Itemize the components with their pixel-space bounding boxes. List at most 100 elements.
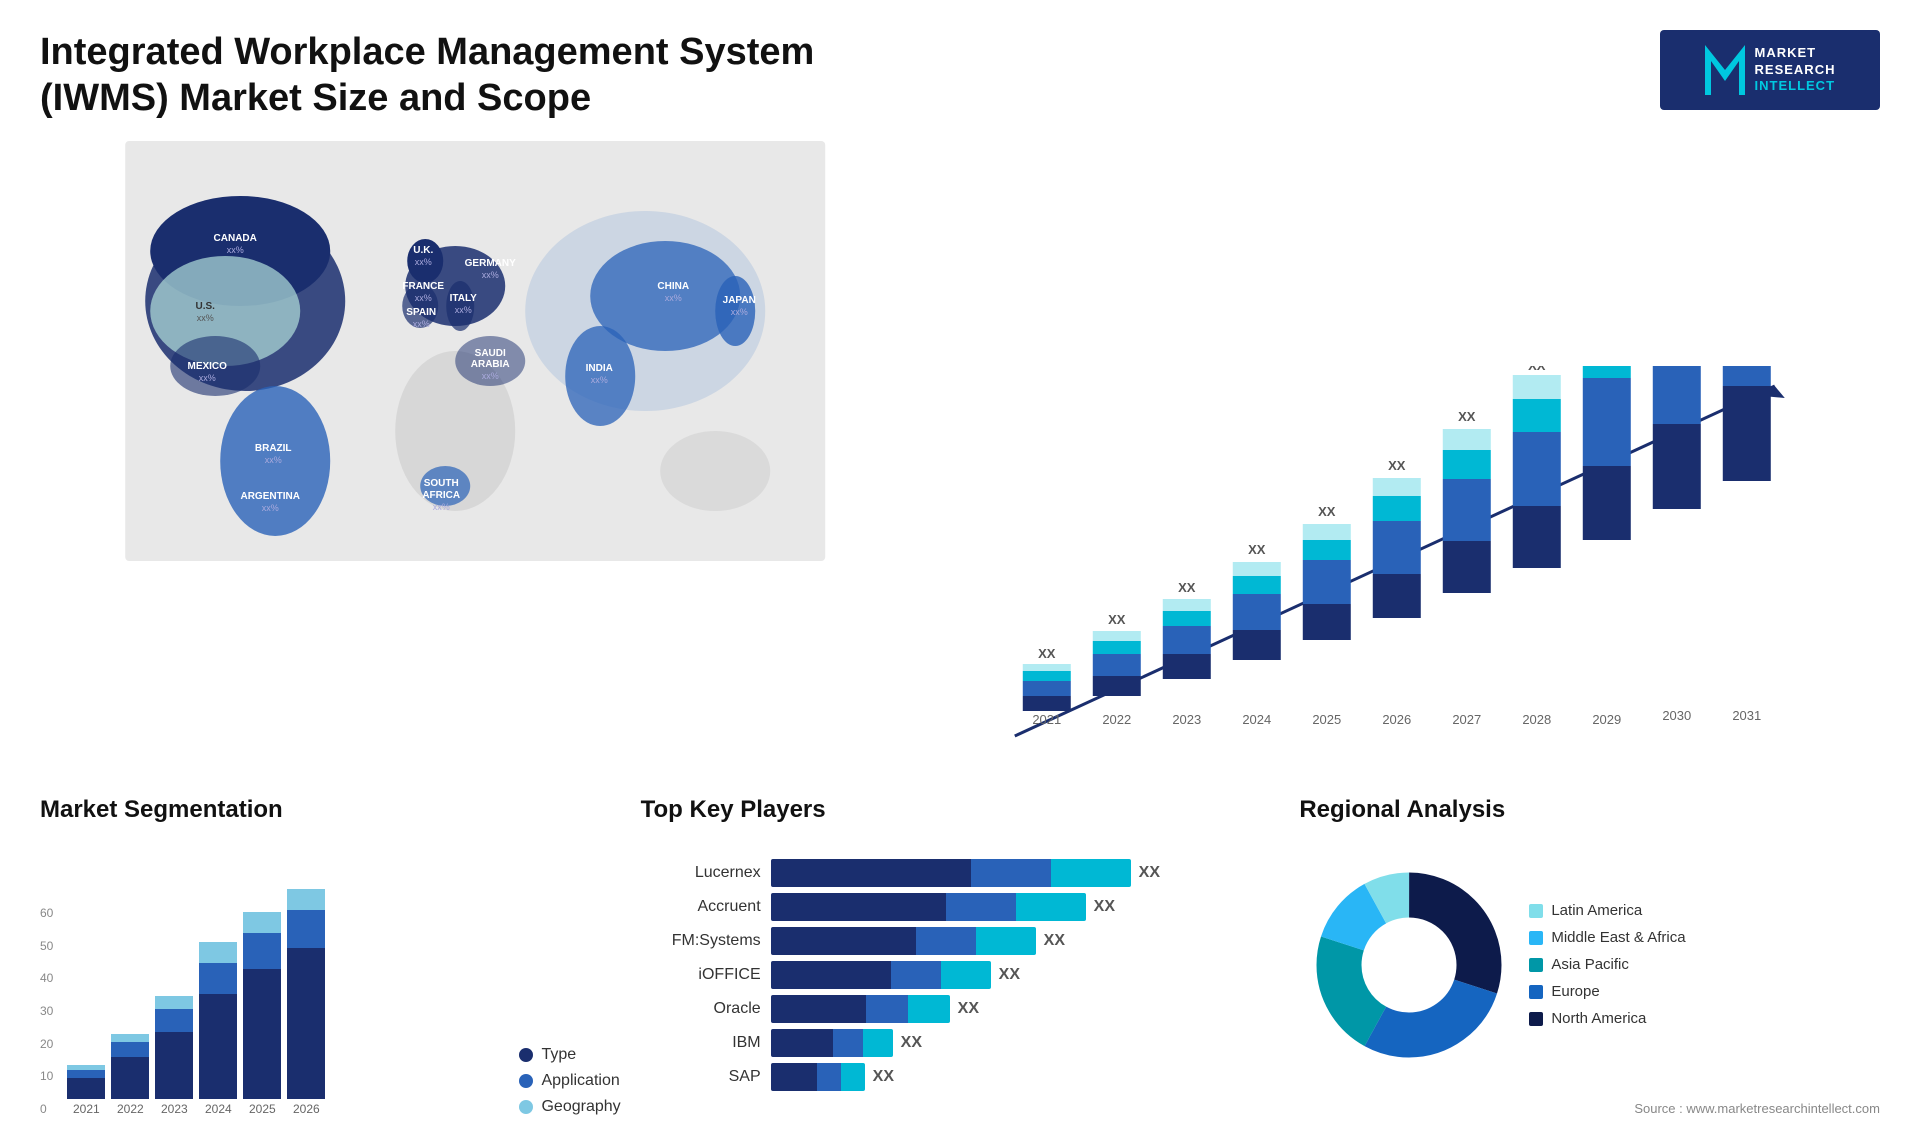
- world-map-svg: CANADA xx% U.S. xx% MEXICO xx% BRAZIL xx…: [40, 141, 910, 561]
- svg-text:2025: 2025: [1313, 712, 1342, 727]
- seg-legend: Type Application Geography: [509, 1046, 620, 1116]
- seg-bar-group: 2022: [111, 889, 149, 1116]
- svg-text:SOUTH: SOUTH: [424, 478, 459, 489]
- svg-text:2029: 2029: [1593, 712, 1622, 727]
- svg-text:xx%: xx%: [665, 293, 682, 303]
- players-section: Top Key Players Lucernex XX: [641, 796, 1280, 1116]
- player-row-oracle: Oracle XX: [641, 995, 1280, 1023]
- player-row-fmsystems: FM:Systems XX: [641, 927, 1280, 955]
- svg-text:GERMANY: GERMANY: [465, 258, 516, 269]
- svg-text:2027: 2027: [1453, 712, 1482, 727]
- svg-text:SAUDI: SAUDI: [475, 348, 506, 359]
- seg-bar-group: 2021: [67, 889, 105, 1116]
- svg-text:XX: XX: [1319, 504, 1337, 519]
- application-dot: [519, 1074, 533, 1088]
- svg-text:2030: 2030: [1663, 708, 1692, 723]
- player-row-accruent: Accruent XX: [641, 893, 1280, 921]
- logo-box: MARKET RESEARCH INTELLECT: [1660, 30, 1880, 110]
- legend-europe: Europe: [1529, 983, 1685, 1000]
- north-america-color: [1529, 1012, 1543, 1026]
- page-title: Integrated Workplace Management System (…: [40, 30, 940, 121]
- seg-bar-stack: [67, 889, 105, 1099]
- svg-text:xx%: xx%: [197, 313, 214, 323]
- svg-text:xx%: xx%: [413, 319, 430, 329]
- content-row: CANADA xx% U.S. xx% MEXICO xx% BRAZIL xx…: [40, 141, 1880, 776]
- svg-text:xx%: xx%: [415, 293, 432, 303]
- mea-color: [1529, 931, 1543, 945]
- svg-text:xx%: xx%: [262, 503, 279, 513]
- svg-text:xx%: xx%: [433, 502, 450, 512]
- europe-color: [1529, 985, 1543, 999]
- growth-chart-svg: XX 2021 XX 2022 XX: [930, 366, 1880, 766]
- svg-text:U.K.: U.K.: [413, 245, 433, 256]
- svg-text:xx%: xx%: [455, 305, 472, 315]
- logo-text: MARKET RESEARCH INTELLECT: [1755, 45, 1836, 96]
- legend-north-america: North America: [1529, 1010, 1685, 1027]
- svg-text:2024: 2024: [1243, 712, 1272, 727]
- svg-text:xx%: xx%: [415, 257, 432, 267]
- svg-text:CANADA: CANADA: [214, 233, 257, 244]
- svg-text:xx%: xx%: [482, 270, 499, 280]
- geography-dot: [519, 1100, 533, 1114]
- svg-text:XX: XX: [1459, 409, 1477, 424]
- seg-y-axis: 60 50 40 30 20 10 0: [40, 906, 53, 1116]
- svg-text:2023: 2023: [1173, 712, 1202, 727]
- seg-bars-area: 2021 2022: [67, 889, 499, 1116]
- svg-text:XX: XX: [1389, 458, 1407, 473]
- player-row-ioffice: iOFFICE XX: [641, 961, 1280, 989]
- player-row-sap: SAP XX: [641, 1063, 1280, 1091]
- source-text: Source : www.marketresearchintellect.com: [1299, 1101, 1880, 1116]
- svg-text:ITALY: ITALY: [450, 293, 478, 304]
- regional-inner: Latin America Middle East & Africa Asia …: [1299, 834, 1880, 1095]
- svg-text:XX: XX: [1529, 366, 1547, 373]
- latin-america-color: [1529, 904, 1543, 918]
- asia-pacific-color: [1529, 958, 1543, 972]
- regional-legend: Latin America Middle East & Africa Asia …: [1529, 902, 1685, 1027]
- main-container: Integrated Workplace Management System (…: [0, 0, 1920, 1146]
- svg-text:CHINA: CHINA: [657, 281, 689, 292]
- players-list: Lucernex XX Accruent: [641, 834, 1280, 1116]
- svg-text:2026: 2026: [1383, 712, 1412, 727]
- bottom-row: Market Segmentation 60 50 40 30 20 10 0: [40, 796, 1880, 1116]
- player-row-lucernex: Lucernex XX: [641, 859, 1280, 887]
- svg-text:xx%: xx%: [199, 373, 216, 383]
- svg-text:ARGENTINA: ARGENTINA: [240, 491, 299, 502]
- svg-text:2028: 2028: [1523, 712, 1552, 727]
- regional-title: Regional Analysis: [1299, 796, 1880, 824]
- legend-asia-pacific: Asia Pacific: [1529, 956, 1685, 973]
- seg-legend-type: Type: [519, 1046, 620, 1064]
- segmentation-title: Market Segmentation: [40, 796, 621, 824]
- seg-bar-group: 2023: [155, 889, 193, 1116]
- logo-area: MARKET RESEARCH INTELLECT: [1660, 30, 1880, 110]
- players-title: Top Key Players: [641, 796, 1280, 824]
- svg-text:xx%: xx%: [227, 245, 244, 255]
- svg-text:U.S.: U.S.: [195, 301, 215, 312]
- donut-svg: [1299, 855, 1519, 1075]
- regional-section: Regional Analysis: [1299, 796, 1880, 1116]
- svg-text:FRANCE: FRANCE: [402, 281, 444, 292]
- svg-text:xx%: xx%: [731, 307, 748, 317]
- logo-icon: [1705, 45, 1745, 95]
- type-dot: [519, 1048, 533, 1062]
- svg-text:xx%: xx%: [482, 371, 499, 381]
- segmentation-section: Market Segmentation 60 50 40 30 20 10 0: [40, 796, 621, 1116]
- seg-bar-group: 2026: [287, 889, 325, 1116]
- header: Integrated Workplace Management System (…: [40, 30, 1880, 121]
- svg-text:2022: 2022: [1103, 712, 1132, 727]
- map-section: CANADA xx% U.S. xx% MEXICO xx% BRAZIL xx…: [40, 141, 910, 776]
- svg-text:ARABIA: ARABIA: [471, 359, 510, 370]
- svg-text:XX: XX: [1039, 646, 1057, 661]
- svg-text:xx%: xx%: [265, 455, 282, 465]
- segmentation-inner: 60 50 40 30 20 10 0: [40, 834, 621, 1116]
- svg-text:2031: 2031: [1733, 708, 1762, 723]
- legend-middle-east-africa: Middle East & Africa: [1529, 929, 1685, 946]
- svg-text:2021: 2021: [1033, 712, 1062, 727]
- svg-text:AFRICA: AFRICA: [422, 490, 460, 501]
- svg-text:BRAZIL: BRAZIL: [255, 443, 292, 454]
- legend-latin-america: Latin America: [1529, 902, 1685, 919]
- seg-legend-application: Application: [519, 1072, 620, 1090]
- svg-text:INDIA: INDIA: [586, 363, 613, 374]
- donut-container: [1299, 855, 1519, 1075]
- svg-text:SPAIN: SPAIN: [406, 307, 436, 318]
- svg-text:XX: XX: [1109, 612, 1127, 627]
